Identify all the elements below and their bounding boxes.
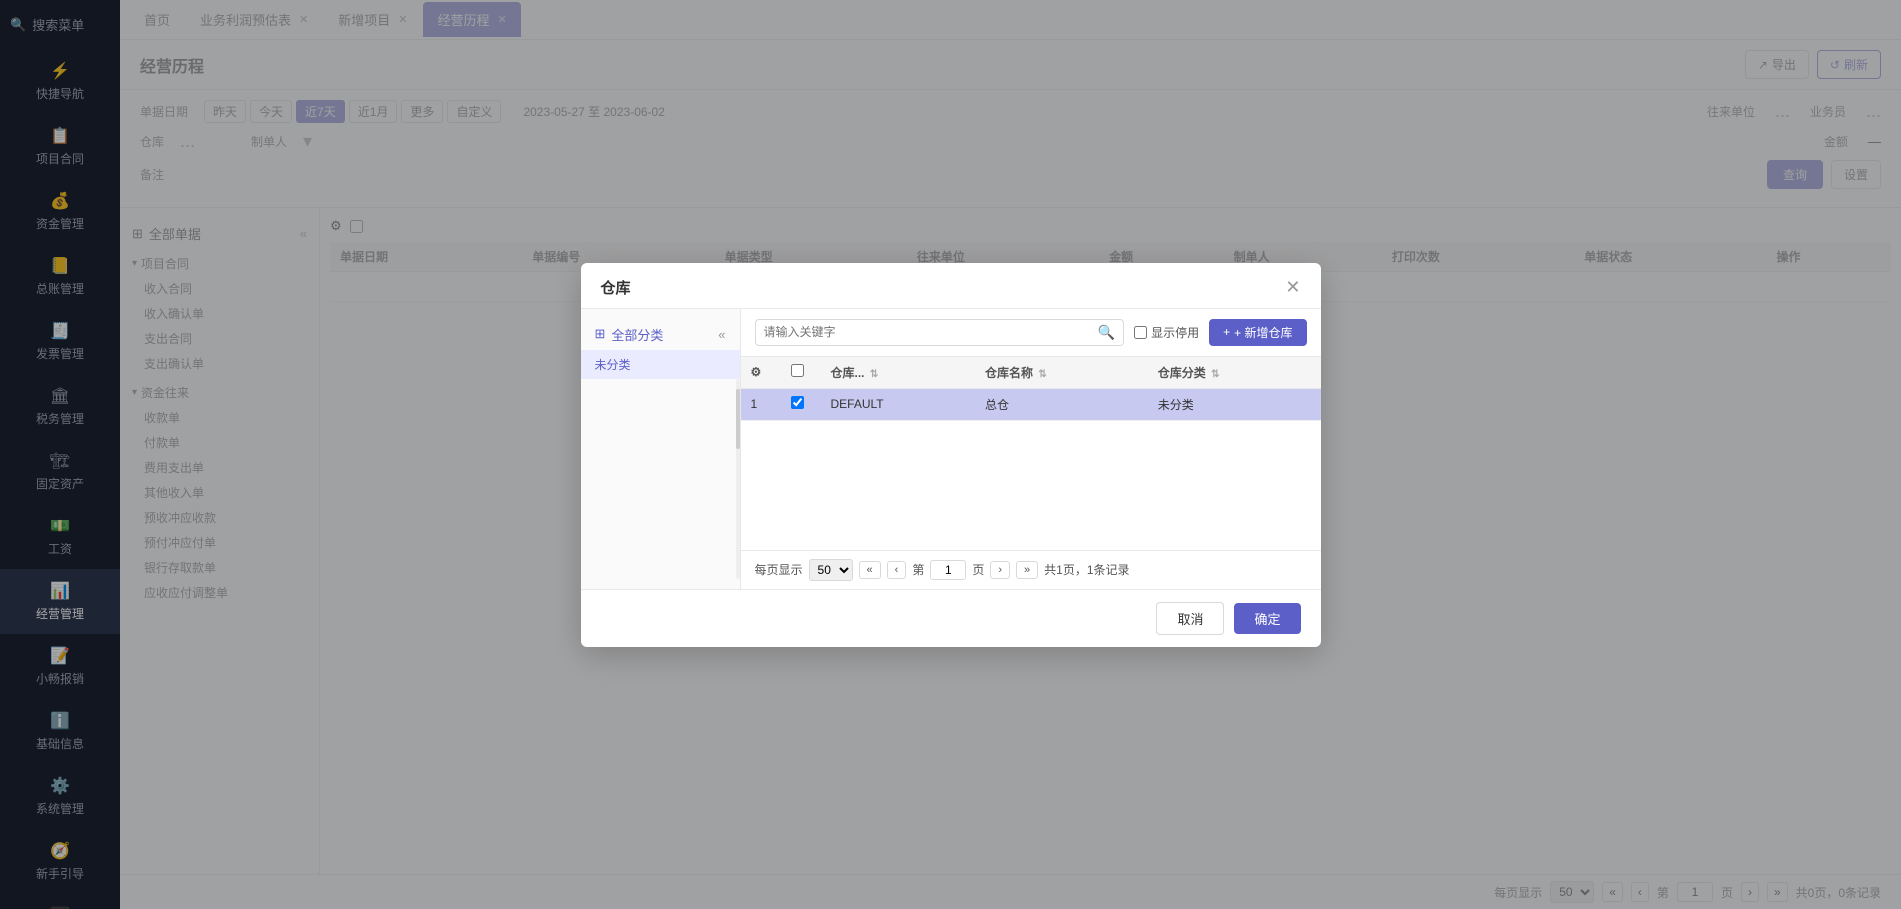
modal-col-name: 仓库名称 ⇅ [975, 357, 1148, 389]
modal-toolbar: 🔍 显示停用 + + 新增仓库 [741, 309, 1321, 357]
modal-per-page-select[interactable]: 50 [809, 559, 853, 581]
modal-col-category: 仓库分类 ⇅ [1148, 357, 1321, 389]
modal-page-input[interactable] [930, 560, 966, 580]
modal-footer: 取消 确定 [581, 589, 1321, 647]
modal-search-input[interactable] [764, 325, 1092, 339]
modal-confirm-button[interactable]: 确定 [1234, 603, 1300, 634]
show-disabled-text: 显示停用 [1151, 324, 1199, 341]
modal-right-panel: 🔍 显示停用 + + 新增仓库 [741, 309, 1321, 589]
modal-header: 仓库 ✕ [581, 263, 1321, 309]
modal-cat-uncategorized[interactable]: 未分类 [581, 350, 740, 379]
row-name: 总仓 [975, 388, 1148, 420]
modal-page-suffix: 页 [972, 561, 984, 578]
modal-pagination: 每页显示 50 « ‹ 第 页 › » 共1页，1条记录 [741, 550, 1321, 589]
modal-table-wrap: ⚙ 仓库... ⇅ 仓库名称 ⇅ [741, 357, 1321, 550]
modal-search-box[interactable]: 🔍 [755, 319, 1125, 346]
modal-total-text: 共1页，1条记录 [1044, 561, 1129, 578]
row-category: 未分类 [1148, 388, 1321, 420]
modal-prev-page-btn[interactable]: ‹ [887, 561, 907, 579]
row-code: DEFAULT [821, 388, 976, 420]
modal-table: ⚙ 仓库... ⇅ 仓库名称 ⇅ [741, 357, 1321, 421]
sort-category-icon[interactable]: ⇅ [1211, 369, 1219, 380]
add-warehouse-button[interactable]: + + 新增仓库 [1209, 319, 1306, 346]
modal-select-all[interactable] [791, 364, 804, 377]
modal-col-settings: ⚙ [741, 357, 781, 389]
modal-body: ⊞ 全部分类 « 未分类 [581, 309, 1321, 589]
sort-name-icon[interactable]: ⇅ [1038, 369, 1046, 380]
sort-code-icon[interactable]: ⇅ [870, 369, 878, 380]
table-row[interactable]: 1 DEFAULT 总仓 未分类 [741, 388, 1321, 420]
modal-cat-collapse-btn[interactable]: « [718, 327, 725, 342]
show-disabled-checkbox[interactable] [1134, 326, 1147, 339]
modal-next-page-btn[interactable]: › [990, 561, 1010, 579]
modal-page-label: 第 [912, 561, 924, 578]
show-disabled-label[interactable]: 显示停用 [1134, 324, 1199, 341]
plus-icon: + [1223, 325, 1230, 339]
modal-cancel-button[interactable]: 取消 [1156, 602, 1224, 635]
add-warehouse-label: + 新增仓库 [1234, 324, 1292, 341]
row-checkbox[interactable] [781, 388, 821, 420]
modal-title: 仓库 [601, 277, 631, 298]
modal-category-panel: ⊞ 全部分类 « 未分类 [581, 309, 741, 589]
modal-first-page-btn[interactable]: « [859, 561, 881, 579]
modal-close-button[interactable]: ✕ [1285, 277, 1300, 298]
all-category-label: 全部分类 [611, 325, 663, 344]
modal-per-page-label: 每页显示 [755, 561, 803, 578]
row-num: 1 [741, 388, 781, 420]
modal-col-checkbox [781, 357, 821, 389]
search-icon-modal: 🔍 [1098, 324, 1115, 341]
warehouse-modal: 仓库 ✕ ⊞ 全部分类 « 未分类 [581, 263, 1321, 647]
modal-overlay: 仓库 ✕ ⊞ 全部分类 « 未分类 [0, 0, 1901, 909]
uncategorized-label: 未分类 [595, 358, 631, 372]
modal-all-category[interactable]: ⊞ 全部分类 « [581, 319, 740, 350]
row-select-checkbox[interactable] [791, 396, 804, 409]
modal-col-code: 仓库... ⇅ [821, 357, 976, 389]
grid-icon-modal: ⊞ [595, 326, 606, 342]
modal-last-page-btn[interactable]: » [1016, 561, 1038, 579]
